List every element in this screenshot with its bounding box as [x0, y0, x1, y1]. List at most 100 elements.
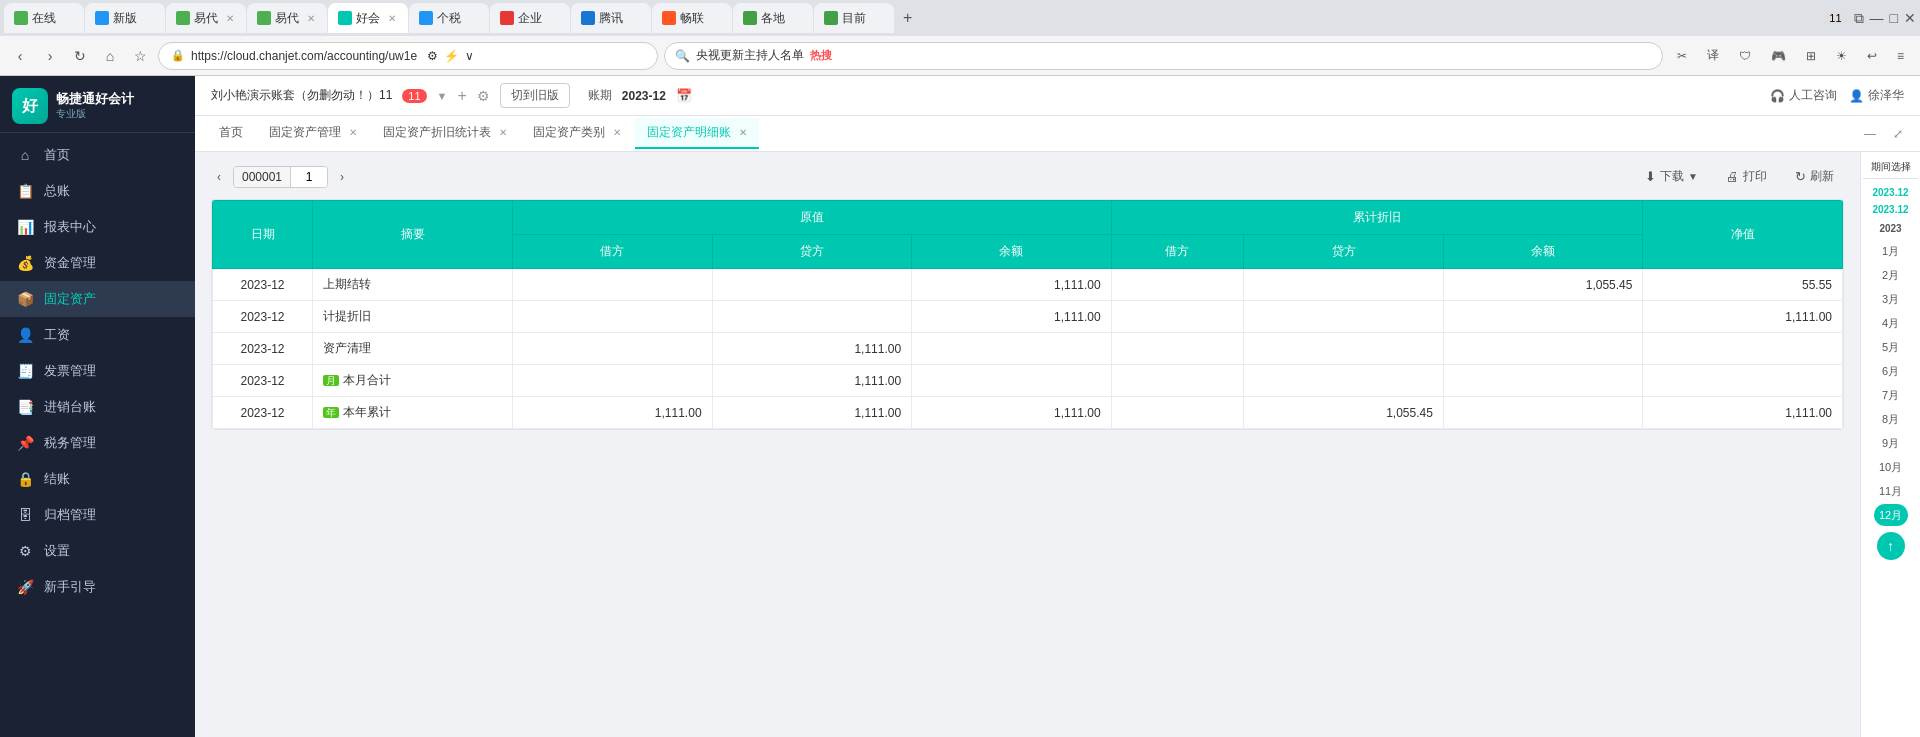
tab-fixed-depreciation[interactable]: 固定资产折旧统计表 ✕	[371, 118, 519, 149]
sidebar-item-invoice[interactable]: 🧾 发票管理	[0, 353, 195, 389]
tab-fixed-cat-close[interactable]: ✕	[613, 127, 621, 138]
sidebar-item-archive[interactable]: 🗄 归档管理	[0, 497, 195, 533]
sidebar-item-home[interactable]: ⌂ 首页	[0, 137, 195, 173]
search-bar[interactable]: 🔍 央视更新主持人名单 热搜	[664, 42, 1663, 70]
tab-close-5[interactable]: ✕	[388, 13, 396, 24]
browser-tab-5[interactable]: 好会 ✕	[328, 3, 408, 33]
print-button[interactable]: 🖨 打印	[1716, 164, 1777, 189]
sidebar-item-closing[interactable]: 🔒 结账	[0, 461, 195, 497]
tab-fixed-detail[interactable]: 固定资产明细账 ✕	[635, 118, 759, 149]
scissors-btn[interactable]: ✂	[1669, 47, 1695, 65]
month-8[interactable]: 8月	[1874, 408, 1908, 430]
brightness-btn[interactable]: ☀	[1828, 47, 1855, 65]
month-11[interactable]: 11月	[1874, 480, 1908, 502]
sidebar-nav: ⌂ 首页 📋 总账 📊 报表中心 💰 资金管理 📦 固定资产 👤 工资	[0, 133, 195, 737]
browser-tab-11[interactable]: 目前	[814, 3, 894, 33]
bookmark-button[interactable]: ☆	[128, 44, 152, 68]
cell-date-3: 2023-12	[213, 365, 313, 397]
browser-tab-8[interactable]: 腾讯	[571, 3, 651, 33]
sidebar-item-settings[interactable]: ⚙ 设置	[0, 533, 195, 569]
refresh-label: 刷新	[1810, 168, 1834, 185]
month-1[interactable]: 1月	[1874, 240, 1908, 262]
download-button[interactable]: ⬇ 下载 ▼	[1635, 164, 1708, 189]
month-4[interactable]: 4月	[1874, 312, 1908, 334]
browser-tab-10[interactable]: 各地	[733, 3, 813, 33]
cell-accum-credit-3	[1244, 365, 1444, 397]
tab-home[interactable]: 首页	[207, 118, 255, 149]
switch-version-button[interactable]: 切到旧版	[500, 83, 570, 108]
month-6[interactable]: 6月	[1874, 360, 1908, 382]
browser-tab-1[interactable]: 在线	[4, 3, 84, 33]
maximize-icon[interactable]: □	[1890, 10, 1898, 26]
browser-tab-7[interactable]: 企业	[490, 3, 570, 33]
sidebar-item-funds[interactable]: 💰 资金管理	[0, 245, 195, 281]
month-12[interactable]: 12月	[1874, 504, 1908, 526]
dropdown-arrow[interactable]: ▼	[437, 90, 448, 102]
help-button[interactable]: 🎧 人工咨询	[1770, 87, 1837, 104]
cell-orig-balance-2	[912, 333, 1112, 365]
sidebar-item-reports[interactable]: 📊 报表中心	[0, 209, 195, 245]
browser-tab-4[interactable]: 易代 ✕	[247, 3, 327, 33]
scroll-to-top-btn[interactable]: ↑	[1877, 532, 1905, 560]
sidebar: 好 畅捷通好会计 专业版 ⌂ 首页 📋 总账 📊 报表中心 💰 资金管理	[0, 76, 195, 737]
sidebar-item-inventory[interactable]: 📑 进销台账	[0, 389, 195, 425]
refresh-button[interactable]: ↻ 刷新	[1785, 164, 1844, 189]
history-btn[interactable]: ↩	[1859, 47, 1885, 65]
th-summary: 摘要	[313, 201, 513, 269]
new-tab-button[interactable]: +	[895, 5, 920, 31]
month-3[interactable]: 3月	[1874, 288, 1908, 310]
forward-button[interactable]: ›	[38, 44, 62, 68]
back-button[interactable]: ‹	[8, 44, 32, 68]
translate-btn[interactable]: 译	[1699, 45, 1727, 66]
tab-fixed-detail-close[interactable]: ✕	[739, 127, 747, 138]
tab-fixed-dep-close[interactable]: ✕	[499, 127, 507, 138]
browser-tab-9[interactable]: 畅联	[652, 3, 732, 33]
month-7[interactable]: 7月	[1874, 384, 1908, 406]
address-bar[interactable]: 🔒 https://cloud.chanjet.com/accounting/u…	[158, 42, 658, 70]
sidebar-item-ledger[interactable]: 📋 总账	[0, 173, 195, 209]
settings-btn[interactable]: ⚙	[477, 88, 490, 104]
shield-btn[interactable]: 🛡	[1731, 47, 1759, 65]
home-button[interactable]: ⌂	[98, 44, 122, 68]
tab-label-3: 易代	[194, 10, 218, 27]
minimize-icon[interactable]: —	[1870, 10, 1884, 26]
settings-icon[interactable]: ⚙	[427, 49, 438, 63]
browser-tab-6[interactable]: 个税	[409, 3, 489, 33]
cell-date-1: 2023-12	[213, 301, 313, 333]
month-10[interactable]: 10月	[1874, 456, 1908, 478]
reload-button[interactable]: ↻	[68, 44, 92, 68]
tab-fixed-mgmt[interactable]: 固定资产管理 ✕	[257, 118, 369, 149]
add-account-btn[interactable]: +	[458, 87, 467, 105]
th-orig-balance: 余额	[912, 235, 1112, 269]
minimize-pane-btn[interactable]: —	[1860, 124, 1880, 144]
browser-tab-2[interactable]: 新版	[85, 3, 165, 33]
th-net-value: 净值	[1643, 201, 1843, 269]
user-profile-button[interactable]: 👤 徐泽华	[1849, 87, 1904, 104]
sidebar-item-fixed-assets[interactable]: 📦 固定资产	[0, 281, 195, 317]
page-icon[interactable]: ⧉	[1854, 10, 1864, 27]
archive-icon: 🗄	[16, 507, 34, 523]
tab-fixed-category[interactable]: 固定资产类别 ✕	[521, 118, 633, 149]
menu-btn[interactable]: ≡	[1889, 47, 1912, 65]
sidebar-item-tax[interactable]: 📌 税务管理	[0, 425, 195, 461]
sidebar-label-ledger: 总账	[44, 182, 70, 200]
month-5[interactable]: 5月	[1874, 336, 1908, 358]
calendar-icon[interactable]: 📅	[676, 88, 692, 103]
month-9[interactable]: 9月	[1874, 432, 1908, 454]
next-page-btn[interactable]: ›	[334, 167, 350, 187]
tab-close-4[interactable]: ✕	[307, 13, 315, 24]
sidebar-item-guide[interactable]: 🚀 新手引导	[0, 569, 195, 605]
page-number-input[interactable]	[291, 167, 327, 187]
month-2[interactable]: 2月	[1874, 264, 1908, 286]
sidebar-item-payroll[interactable]: 👤 工资	[0, 317, 195, 353]
tab-fixed-mgmt-close[interactable]: ✕	[349, 127, 357, 138]
grid-btn[interactable]: ⊞	[1798, 47, 1824, 65]
prev-page-btn[interactable]: ‹	[211, 167, 227, 187]
expand-icon[interactable]: ∨	[465, 49, 474, 63]
maximize-pane-btn[interactable]: ⤢	[1888, 124, 1908, 144]
tab-close-3[interactable]: ✕	[226, 13, 234, 24]
flash-icon[interactable]: ⚡	[444, 49, 459, 63]
close-window-icon[interactable]: ✕	[1904, 10, 1916, 26]
browser-tab-3[interactable]: 易代 ✕	[166, 3, 246, 33]
game-btn[interactable]: 🎮	[1763, 47, 1794, 65]
